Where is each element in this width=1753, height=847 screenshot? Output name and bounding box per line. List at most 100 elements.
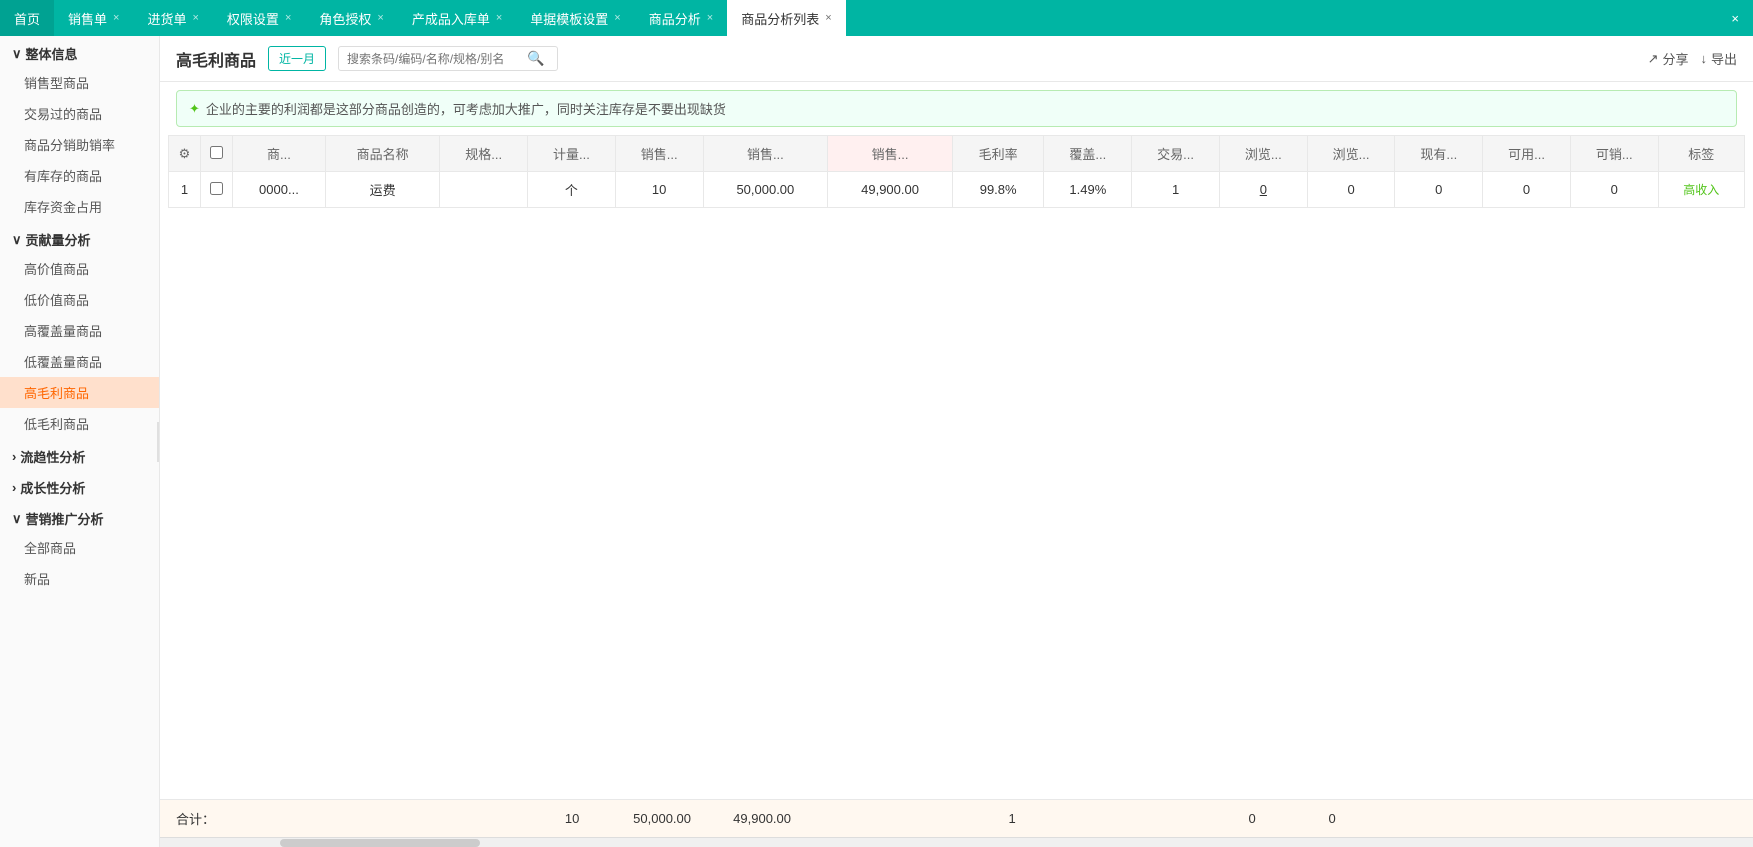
select-all-checkbox[interactable] (210, 146, 223, 159)
nav-close-permissions[interactable]: × (285, 12, 291, 24)
nav-close-purchase[interactable]: × (192, 12, 198, 24)
sidebar-item-low-coverage[interactable]: 低覆盖量商品 (0, 346, 159, 377)
col-tag[interactable]: 标签 (1658, 136, 1744, 172)
table-container[interactable]: ⚙ 商... 商品名称 规格... 计量... 销售... 销售... 销售..… (160, 135, 1753, 799)
cell-sku: 0000... (233, 172, 326, 208)
cell-views2: 0 (1307, 172, 1395, 208)
sidebar-item-distribution-rate[interactable]: 商品分销助销率 (0, 129, 159, 160)
col-sales-amount[interactable]: 销售... (703, 136, 828, 172)
sidebar-group-trend[interactable]: › 流趋性分析 (0, 439, 159, 470)
sidebar-item-stock-capital[interactable]: 库存资金占用 (0, 191, 159, 222)
col-checkbox[interactable] (201, 136, 233, 172)
total-label: 合计： (176, 809, 252, 828)
cell-sales-qty: 10 (615, 172, 703, 208)
share-button[interactable]: ↗ 分享 (1648, 49, 1689, 68)
search-box: 🔍 (338, 46, 558, 71)
export-icon: ↓ (1700, 51, 1707, 66)
footer-total: 合计： 10 50,000.00 49,900.00 1 (160, 799, 1753, 837)
time-filter-button[interactable]: 近一月 (268, 46, 326, 71)
info-icon: ✦ (189, 101, 200, 117)
content-area: 高毛利商品 近一月 🔍 ↗ 分享 ↓ 导出 (160, 36, 1753, 847)
info-banner: ✦ 企业的主要的利润都是这部分商品创造的，可考虑加大推广，同时关注库存是不要出现… (176, 90, 1737, 127)
cell-sales-amount: 50,000.00 (703, 172, 828, 208)
sidebar-group-overall[interactable]: ∨ 整体信息 (0, 36, 159, 67)
scrollbar-thumb[interactable] (280, 839, 480, 847)
sidebar-item-high-coverage[interactable]: 高覆盖量商品 (0, 315, 159, 346)
cell-current-stock: 0 (1395, 172, 1483, 208)
nav-item-sales[interactable]: 销售单 × (54, 0, 133, 36)
sidebar-group-growth[interactable]: › 成长性分析 (0, 470, 159, 501)
table-row: 1 0000... 运费 个 10 50,000.00 49,900.00 99… (169, 172, 1745, 208)
sidebar-item-all-goods[interactable]: 全部商品 (0, 532, 159, 563)
row-checkbox[interactable] (210, 182, 223, 195)
cell-checkbox[interactable] (201, 172, 233, 208)
sidebar-item-high-margin[interactable]: 高毛利商品 (0, 377, 159, 408)
nav-item-template-settings[interactable]: 单据模板设置 × (516, 0, 634, 36)
search-input[interactable] (347, 52, 527, 66)
search-icon[interactable]: 🔍 (527, 50, 544, 67)
sidebar-item-low-margin[interactable]: 低毛利商品 (0, 408, 159, 439)
col-gross-margin[interactable]: 毛利率 (952, 136, 1044, 172)
nav-item-purchase[interactable]: 进货单 × (133, 0, 212, 36)
col-views2[interactable]: 浏览... (1307, 136, 1395, 172)
cell-available-stock: 0 (1483, 172, 1571, 208)
col-sales-qty[interactable]: 销售... (615, 136, 703, 172)
nav-item-product-warehousing[interactable]: 产成品入库单 × (398, 0, 516, 36)
views1-link[interactable]: 0 (1260, 182, 1267, 197)
nav-item-product-analysis[interactable]: 商品分析 × (635, 0, 727, 36)
col-name[interactable]: 商品名称 (325, 136, 439, 172)
nav-close-product-warehousing[interactable]: × (496, 12, 502, 24)
sidebar-group-marketing[interactable]: ∨ 营销推广分析 (0, 501, 159, 532)
col-available-stock[interactable]: 可用... (1483, 136, 1571, 172)
footer-sales-profit: 49,900.00 (712, 811, 812, 826)
footer-available-stock: 0 (1292, 811, 1372, 826)
col-coverage[interactable]: 覆盖... (1044, 136, 1132, 172)
nav-close-product-analysis[interactable]: × (707, 12, 713, 24)
cell-trade: 1 (1132, 172, 1220, 208)
cell-name: 运费 (325, 172, 439, 208)
sidebar-group-contribution[interactable]: ∨ 贡献量分析 (0, 222, 159, 253)
share-icon: ↗ (1648, 51, 1659, 67)
top-nav: 首页 销售单 × 进货单 × 权限设置 × 角色授权 × 产成品入库单 × 单据… (0, 0, 1753, 36)
nav-close-sales[interactable]: × (113, 12, 119, 24)
sidebar-item-in-stock-goods[interactable]: 有库存的商品 (0, 160, 159, 191)
nav-close-template-settings[interactable]: × (614, 12, 620, 24)
cell-coverage: 1.49% (1044, 172, 1132, 208)
sidebar-item-low-value[interactable]: 低价值商品 (0, 284, 159, 315)
sidebar-item-traded-goods[interactable]: 交易过的商品 (0, 98, 159, 129)
col-current-stock[interactable]: 现有... (1395, 136, 1483, 172)
col-sku[interactable]: 商... (233, 136, 326, 172)
export-button[interactable]: ↓ 导出 (1700, 49, 1737, 68)
col-saleable[interactable]: 可销... (1570, 136, 1658, 172)
cell-tag: 高收入 (1658, 172, 1744, 208)
cell-index: 1 (169, 172, 201, 208)
cell-spec (440, 172, 528, 208)
sidebar-item-sales-goods[interactable]: 销售型商品 (0, 67, 159, 98)
table-header-row: ⚙ 商... 商品名称 规格... 计量... 销售... 销售... 销售..… (169, 136, 1745, 172)
nav-close-roles[interactable]: × (377, 12, 383, 24)
nav-close-analysis-list[interactable]: × (825, 12, 831, 24)
nav-item-home[interactable]: 首页 (0, 0, 54, 36)
col-views1[interactable]: 浏览... (1219, 136, 1307, 172)
nav-item-roles[interactable]: 角色授权 × (305, 0, 397, 36)
footer-sales-amount: 50,000.00 (612, 811, 712, 826)
cell-unit: 个 (528, 172, 616, 208)
col-spec[interactable]: 规格... (440, 136, 528, 172)
footer-current-stock: 0 (1212, 811, 1292, 826)
cell-views1[interactable]: 0 (1219, 172, 1307, 208)
col-unit[interactable]: 计量... (528, 136, 616, 172)
col-trade[interactable]: 交易... (1132, 136, 1220, 172)
nav-item-permissions[interactable]: 权限设置 × (213, 0, 305, 36)
nav-item-analysis-list[interactable]: 商品分析列表 × (727, 0, 845, 36)
col-settings[interactable]: ⚙ (169, 136, 201, 172)
sidebar-item-high-value[interactable]: 高价值商品 (0, 253, 159, 284)
horizontal-scrollbar[interactable] (160, 837, 1753, 847)
header-actions: ↗ 分享 ↓ 导出 (1648, 49, 1737, 68)
nav-close-all-button[interactable]: × (1717, 0, 1753, 36)
sidebar: 《 ∨ 整体信息 销售型商品 交易过的商品 商品分销助销率 有库存的商品 库存资… (0, 36, 160, 847)
col-sales-profit[interactable]: 销售... (828, 136, 953, 172)
content-header: 高毛利商品 近一月 🔍 ↗ 分享 ↓ 导出 (160, 36, 1753, 82)
cell-saleable: 0 (1570, 172, 1658, 208)
footer-trade: 1 (972, 811, 1052, 826)
sidebar-item-new-goods[interactable]: 新品 (0, 563, 159, 594)
